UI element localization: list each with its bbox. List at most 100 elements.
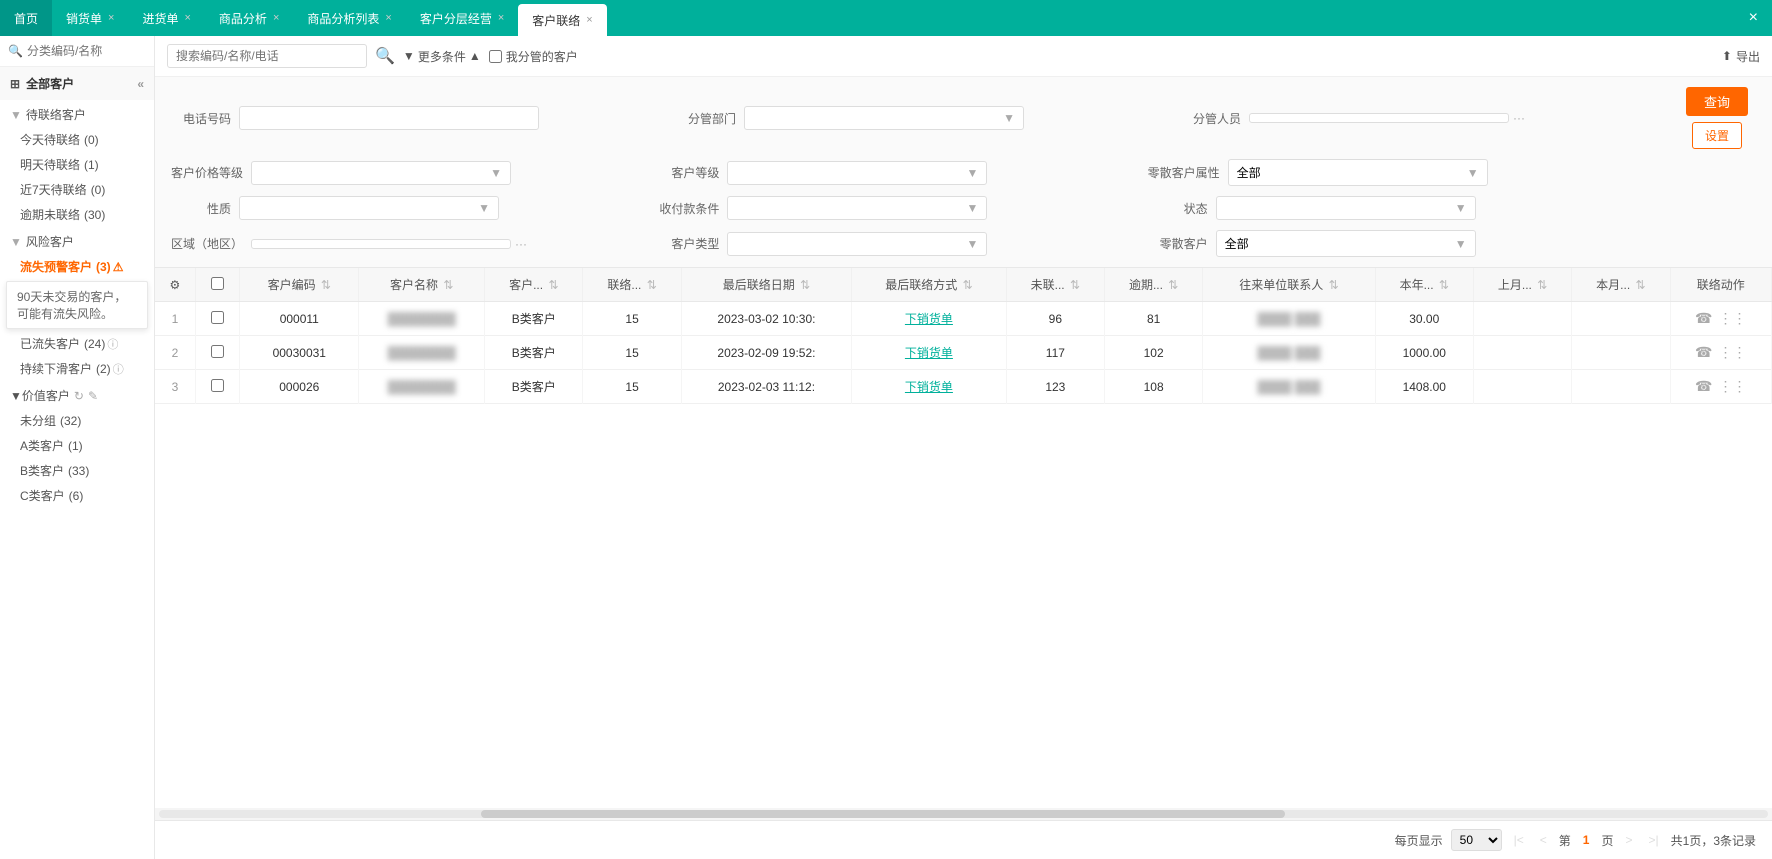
sidebar-item-ungroup[interactable]: 未分组 (32) bbox=[0, 408, 154, 433]
sidebar-item-churned[interactable]: 已流失客户 (24) ⓘ bbox=[0, 331, 154, 356]
sidebar-item-churn-warning[interactable]: 流失预警客户 (3) ⚠ bbox=[0, 254, 154, 279]
tab-sales-close[interactable]: × bbox=[108, 12, 114, 24]
filter-customer-type-select[interactable]: ▼ bbox=[727, 232, 987, 256]
tab-customer-layer-close[interactable]: × bbox=[498, 12, 504, 24]
filter-manager-select[interactable] bbox=[1249, 113, 1509, 123]
tab-goods-analysis-list[interactable]: 商品分析列表 × bbox=[293, 0, 405, 36]
filter-status-select[interactable]: ▼ bbox=[1216, 196, 1476, 220]
value-edit-icon[interactable]: ✎ bbox=[88, 389, 98, 403]
filter-row-4: 区域（地区） ··· 客户类型 ▼ 零散客户 全部 bbox=[171, 230, 1756, 257]
filter-zero-attr-select[interactable]: 全部 ▼ bbox=[1228, 159, 1488, 186]
action-more-icon-2[interactable]: ⋮⋮ bbox=[1718, 378, 1746, 395]
sidebar-search-input[interactable] bbox=[27, 44, 146, 58]
filter-region-more[interactable]: ··· bbox=[515, 237, 527, 251]
action-contact-icon-0[interactable]: ☎ bbox=[1695, 310, 1712, 327]
sidebar-item-a-class[interactable]: A类客户 (1) bbox=[0, 433, 154, 458]
cell-contact-person-0: ████ ███ bbox=[1203, 302, 1375, 336]
sidebar-group-risk[interactable]: ▼ 风险客户 bbox=[0, 227, 154, 254]
cell-last-contact-method-2[interactable]: 下销货单 bbox=[852, 370, 1007, 404]
filter-more-conditions-button[interactable]: ▼ 更多条件 ▲ bbox=[403, 48, 481, 65]
value-refresh-icon[interactable]: ↻ bbox=[74, 389, 84, 403]
filter-dept-select[interactable]: ▼ bbox=[744, 106, 1024, 130]
filter-phone-input[interactable] bbox=[239, 106, 539, 130]
action-more-icon-1[interactable]: ⋮⋮ bbox=[1718, 344, 1746, 361]
tab-goods-analysis-label: 商品分析 bbox=[219, 10, 267, 27]
action-contact-icon-1[interactable]: ☎ bbox=[1695, 344, 1712, 361]
filter-my-customers-check[interactable]: 我分管的客户 bbox=[489, 48, 578, 65]
sidebar-item-tomorrow-pending[interactable]: 明天待联络 (1) bbox=[0, 152, 154, 177]
filter-zero-customer-select[interactable]: 全部 ▼ bbox=[1216, 230, 1476, 257]
query-button[interactable]: 查询 bbox=[1686, 87, 1748, 116]
col-last-month[interactable]: 上月... ⇅ bbox=[1473, 268, 1571, 302]
tab-goods-analysis-list-close[interactable]: × bbox=[385, 12, 391, 24]
action-contact-icon-2[interactable]: ☎ bbox=[1695, 378, 1712, 395]
col-last-contact-date[interactable]: 最后联络日期 ⇅ bbox=[681, 268, 851, 302]
tab-customer-contact-close[interactable]: × bbox=[586, 14, 592, 26]
filter-region-select[interactable] bbox=[251, 239, 511, 249]
last-page-btn[interactable]: >| bbox=[1645, 833, 1663, 847]
col-name[interactable]: 客户名称 ⇅ bbox=[359, 268, 485, 302]
sidebar-group-pending[interactable]: ▼ 待联络客户 bbox=[0, 100, 154, 127]
sidebar-collapse-btn[interactable]: « bbox=[137, 77, 144, 91]
col-this-month[interactable]: 本月... ⇅ bbox=[1572, 268, 1670, 302]
filter-payment-select[interactable]: ▼ bbox=[727, 196, 987, 220]
sidebar-all-customers[interactable]: ⊞ 全部客户 « bbox=[0, 67, 154, 100]
tab-sales[interactable]: 销货单 × bbox=[52, 0, 128, 36]
per-page-select[interactable]: 50 100 200 bbox=[1451, 829, 1502, 851]
sidebar-item-7day-pending[interactable]: 近7天待联络 (0) bbox=[0, 177, 154, 202]
row-checkbox-0[interactable] bbox=[211, 311, 224, 324]
col-contact-person-sort: ⇅ bbox=[1329, 278, 1339, 292]
filter-gender-select[interactable]: ▼ bbox=[239, 196, 499, 220]
col-contact[interactable]: 联络... ⇅ bbox=[583, 268, 681, 302]
col-check[interactable] bbox=[195, 268, 239, 302]
sidebar-item-declining[interactable]: 持续下滑客户 (2) ⓘ bbox=[0, 356, 154, 381]
next-page-btn[interactable]: > bbox=[1622, 833, 1637, 847]
tab-purchase[interactable]: 进货单 × bbox=[128, 0, 204, 36]
sidebar-item-c-class[interactable]: C类客户 (6) bbox=[0, 483, 154, 508]
row-checkbox-1[interactable] bbox=[211, 345, 224, 358]
col-overdue[interactable]: 逾期... ⇅ bbox=[1105, 268, 1203, 302]
settings-button[interactable]: 设置 bbox=[1692, 122, 1742, 149]
row-checkbox-2[interactable] bbox=[211, 379, 224, 392]
col-code[interactable]: 客户编码 ⇅ bbox=[240, 268, 359, 302]
tab-goods-analysis[interactable]: 商品分析 × bbox=[205, 0, 293, 36]
filter-manager-more[interactable]: ··· bbox=[1513, 111, 1525, 125]
sidebar-item-today-pending[interactable]: 今天待联络 (0) bbox=[0, 127, 154, 152]
tab-home[interactable]: 首页 bbox=[0, 0, 52, 36]
col-contact-person[interactable]: 往来单位联系人 ⇅ bbox=[1203, 268, 1375, 302]
col-type[interactable]: 客户... ⇅ bbox=[485, 268, 583, 302]
horizontal-scrollbar[interactable] bbox=[155, 808, 1772, 820]
tab-purchase-close[interactable]: × bbox=[184, 12, 190, 24]
col-no-contact-days[interactable]: 未联... ⇅ bbox=[1006, 268, 1104, 302]
scrollbar-thumb[interactable] bbox=[481, 810, 1286, 818]
cell-check-0[interactable] bbox=[195, 302, 239, 336]
tab-customer-layer[interactable]: 客户分层经营 × bbox=[406, 0, 518, 36]
filter-search-button[interactable]: 🔍 bbox=[375, 46, 395, 66]
col-settings[interactable]: ⚙ bbox=[155, 268, 195, 302]
tab-goods-analysis-close[interactable]: × bbox=[273, 12, 279, 24]
sidebar-item-b-class[interactable]: B类客户 (33) bbox=[0, 458, 154, 483]
export-button[interactable]: ⬆ 导出 bbox=[1722, 48, 1760, 65]
cell-contact-0: 15 bbox=[583, 302, 681, 336]
filter-row-1: 电话号码 分管部门 ▼ 分管人员 ··· bbox=[171, 87, 1756, 149]
sidebar-search-area[interactable]: 🔍 bbox=[0, 36, 154, 67]
action-more-icon-0[interactable]: ⋮⋮ bbox=[1718, 310, 1746, 327]
cell-check-2[interactable] bbox=[195, 370, 239, 404]
first-page-btn[interactable]: |< bbox=[1510, 833, 1528, 847]
tab-customer-contact[interactable]: 客户联络 × bbox=[518, 4, 606, 36]
filter-price-level-select[interactable]: ▼ bbox=[251, 161, 511, 185]
cell-check-1[interactable] bbox=[195, 336, 239, 370]
filter-my-customers-checkbox[interactable] bbox=[489, 50, 502, 63]
window-close-button[interactable]: × bbox=[1735, 9, 1772, 27]
filter-search-input[interactable] bbox=[167, 44, 367, 68]
select-all-checkbox[interactable] bbox=[211, 277, 224, 290]
cell-last-contact-method-0[interactable]: 下销货单 bbox=[852, 302, 1007, 336]
sidebar-item-overdue-pending[interactable]: 逾期未联络 (30) bbox=[0, 202, 154, 227]
col-last-contact-method[interactable]: 最后联络方式 ⇅ bbox=[852, 268, 1007, 302]
col-this-year[interactable]: 本年... ⇅ bbox=[1375, 268, 1473, 302]
filter-customer-level-select[interactable]: ▼ bbox=[727, 161, 987, 185]
sidebar-group-value[interactable]: ▼ 价值客户 ↻ ✎ bbox=[0, 381, 154, 408]
cell-contact-1: 15 bbox=[583, 336, 681, 370]
prev-page-btn[interactable]: < bbox=[1536, 833, 1551, 847]
cell-last-contact-method-1[interactable]: 下销货单 bbox=[852, 336, 1007, 370]
